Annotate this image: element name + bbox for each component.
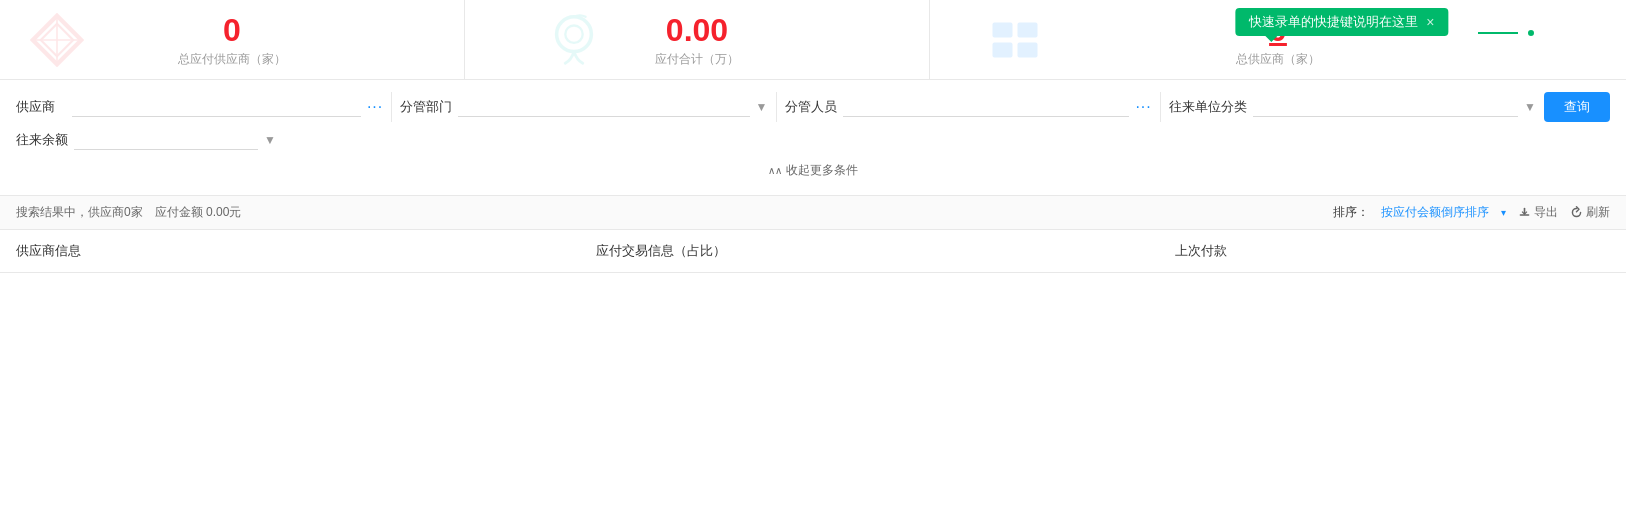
- sort-label: 排序：: [1333, 204, 1369, 221]
- balance-chevron: ▼: [264, 133, 276, 147]
- diamond-icon: [30, 13, 84, 67]
- col-transaction: 应付交易信息（占比）: [596, 242, 1176, 260]
- col-supplier: 供应商信息: [16, 242, 596, 260]
- tooltip-dot: [1526, 28, 1536, 38]
- svg-rect-9: [1018, 42, 1038, 57]
- tooltip-text: 快速录单的快捷键说明在这里: [1249, 13, 1418, 31]
- unit-category-label: 往来单位分类: [1169, 98, 1247, 116]
- sort-value[interactable]: 按应付会额倒序排序: [1381, 204, 1489, 221]
- balance-input[interactable]: [74, 130, 258, 150]
- person-label: 分管人员: [785, 98, 837, 116]
- query-button[interactable]: 查询: [1544, 92, 1610, 122]
- department-chevron: ▼: [756, 100, 768, 114]
- summary-item-payable-total: 0.00 应付合计（万）: [465, 0, 930, 79]
- collapse-row: ∧∧ 收起更多条件: [16, 158, 1610, 187]
- divider-2: [776, 92, 777, 122]
- blocks-icon: [990, 20, 1040, 60]
- collapse-chevron-up: ∧∧: [768, 165, 782, 176]
- refresh-icon: [1570, 206, 1583, 219]
- sort-chevron[interactable]: ▾: [1501, 207, 1506, 218]
- result-bar: 搜索结果中，供应商0家 应付金额 0.00元 排序： 按应付会额倒序排序 ▾ 导…: [0, 196, 1626, 230]
- result-bar-right: 排序： 按应付会额倒序排序 ▾ 导出 刷新: [1333, 204, 1610, 221]
- refresh-label: 刷新: [1586, 204, 1610, 221]
- tooltip-close[interactable]: ×: [1426, 14, 1434, 30]
- tooltip-bubble: 快速录单的快捷键说明在这里 ×: [1235, 8, 1448, 36]
- mint-icon: [545, 11, 603, 69]
- filter-balance: 往来余额 ▼: [16, 130, 276, 150]
- svg-point-5: [565, 25, 582, 42]
- summary-bar: 0 总应付供应商（家） 0.00 应付合计（万） 快速录单的快捷键说明在这里 ×: [0, 0, 1626, 80]
- unit-category-input[interactable]: [1253, 97, 1518, 117]
- payable-total-label: 应付合计（万）: [655, 51, 739, 68]
- balance-label: 往来余额: [16, 131, 68, 149]
- col-lastpay: 上次付款: [1175, 242, 1610, 260]
- export-label: 导出: [1534, 204, 1558, 221]
- person-dots[interactable]: ···: [1135, 98, 1151, 116]
- total-suppliers-label: 总供应商（家）: [1236, 51, 1320, 68]
- table-area: 供应商信息 应付交易信息（占比） 上次付款: [0, 230, 1626, 515]
- collapse-label: 收起更多条件: [786, 162, 858, 179]
- collapse-button[interactable]: ∧∧ 收起更多条件: [768, 162, 858, 179]
- unit-category-chevron: ▼: [1524, 100, 1536, 114]
- divider-3: [1160, 92, 1161, 122]
- svg-rect-6: [993, 22, 1013, 37]
- supplier-dots[interactable]: ···: [367, 98, 383, 116]
- table-header: 供应商信息 应付交易信息（占比） 上次付款: [0, 230, 1626, 273]
- filter-unit-category: 往来单位分类 ▼: [1169, 97, 1536, 117]
- payable-amount: 应付金额 0.00元: [155, 204, 242, 221]
- tooltip-connector: [1478, 28, 1536, 38]
- filter-department: 分管部门 ▼: [400, 97, 767, 117]
- svg-rect-8: [993, 42, 1013, 57]
- result-bar-left: 搜索结果中，供应商0家 应付金额 0.00元: [16, 204, 241, 221]
- svg-rect-7: [1018, 22, 1038, 37]
- table-body: [0, 273, 1626, 515]
- total-payable-suppliers-label: 总应付供应商（家）: [178, 51, 286, 68]
- refresh-button[interactable]: 刷新: [1570, 204, 1610, 221]
- supplier-label: 供应商: [16, 98, 66, 116]
- filter-area: 供应商 ··· 分管部门 ▼ 分管人员 ··· 往来单位分类 ▼ 查询: [0, 80, 1626, 196]
- total-payable-suppliers-num: 0: [223, 11, 241, 49]
- svg-point-4: [557, 16, 592, 51]
- export-icon: [1518, 206, 1531, 219]
- tooltip-line: [1478, 32, 1518, 34]
- filter-person: 分管人员 ···: [785, 97, 1152, 117]
- summary-item-total-suppliers: 快速录单的快捷键说明在这里 × 0 总供应商（家）: [930, 0, 1626, 79]
- department-input[interactable]: [458, 97, 749, 117]
- department-label: 分管部门: [400, 98, 452, 116]
- filter-supplier: 供应商 ···: [16, 97, 383, 117]
- filter-row-1: 供应商 ··· 分管部门 ▼ 分管人员 ··· 往来单位分类 ▼ 查询: [16, 92, 1610, 122]
- payable-total-num: 0.00: [666, 11, 728, 49]
- supplier-count: 搜索结果中，供应商0家: [16, 204, 143, 221]
- person-input[interactable]: [843, 97, 1130, 117]
- summary-item-payable-suppliers: 0 总应付供应商（家）: [0, 0, 465, 79]
- supplier-input[interactable]: [72, 97, 361, 117]
- divider-1: [391, 92, 392, 122]
- filter-row-2: 往来余额 ▼: [16, 130, 1610, 150]
- export-button[interactable]: 导出: [1518, 204, 1558, 221]
